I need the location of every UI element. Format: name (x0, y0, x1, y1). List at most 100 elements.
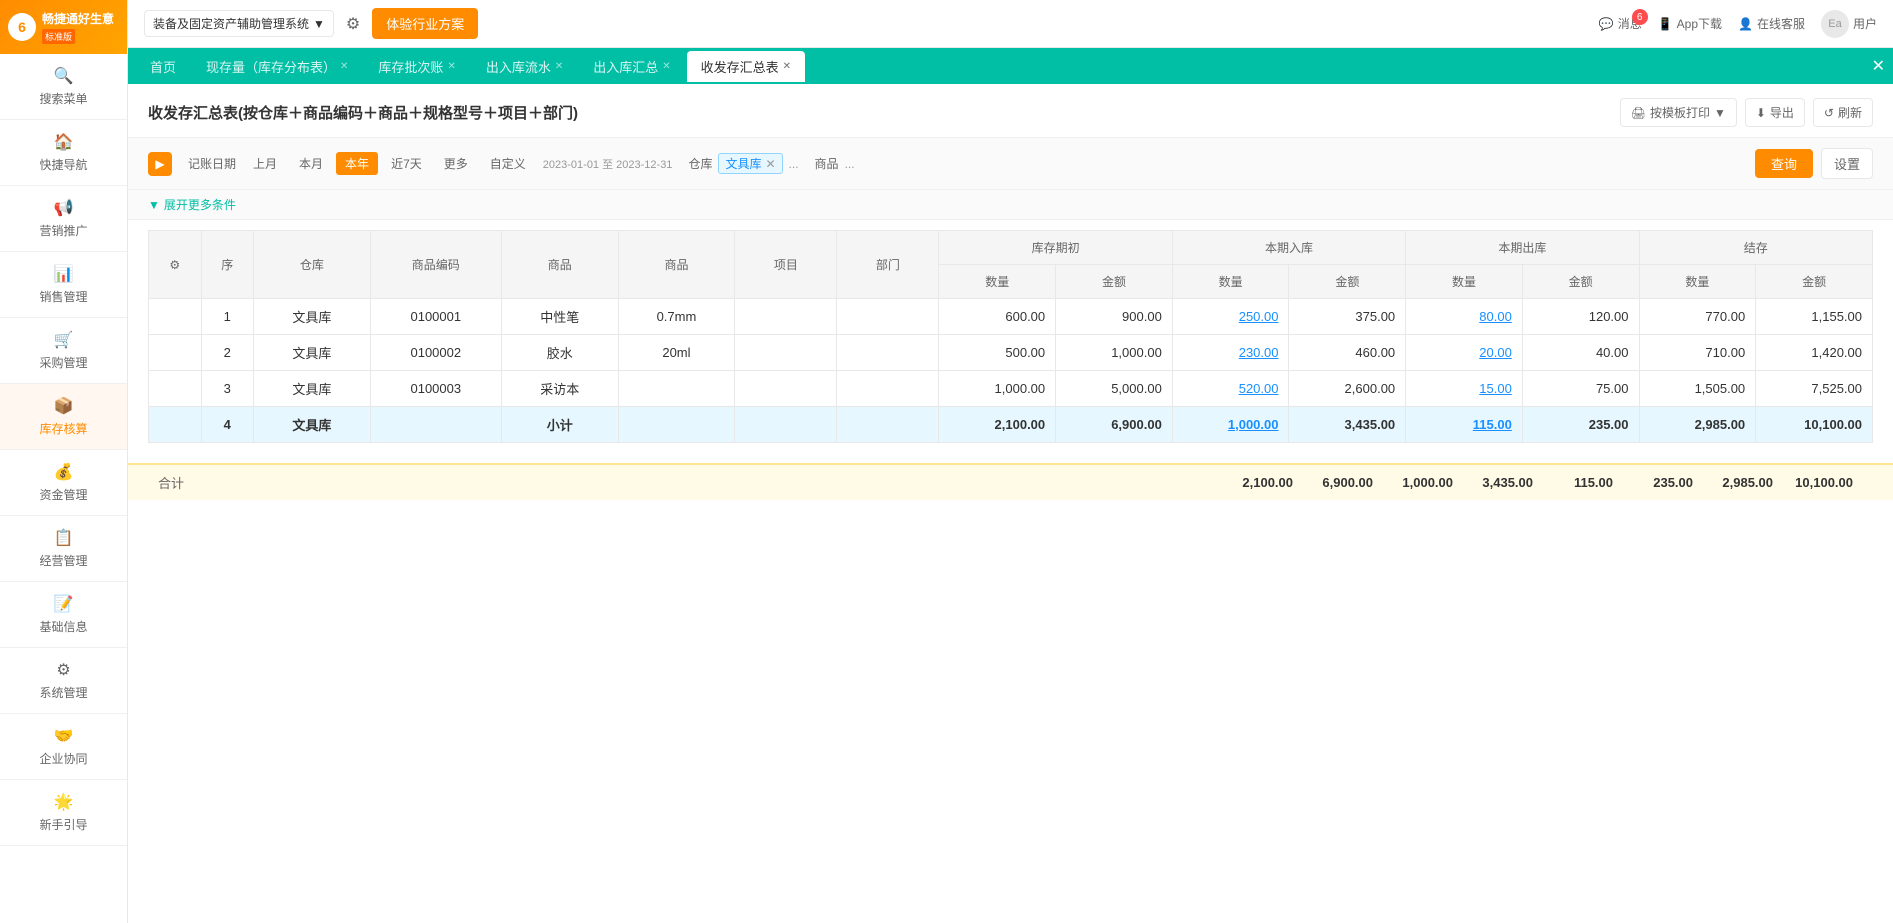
sidebar-item-label: 快捷导航 (39, 156, 87, 173)
cell-in-qty[interactable]: 250.00 (1172, 299, 1289, 335)
filter-toggle-btn[interactable]: ▶ (148, 152, 172, 176)
footer-label: 合计 (158, 473, 184, 492)
cell-in-qty[interactable]: 230.00 (1172, 335, 1289, 371)
sidebar-item-basic[interactable]: 📝 基础信息 (0, 582, 127, 648)
cell-no: 3 (201, 371, 254, 407)
refresh-icon: ↺ (1824, 106, 1834, 120)
cell-in-qty[interactable]: 1,000.00 (1172, 407, 1289, 443)
expand-more-btn[interactable]: ▼ 展开更多条件 (148, 196, 1873, 213)
app-download-btn[interactable]: 📱 App下载 (1658, 15, 1722, 32)
tab-close-icon[interactable]: ✕ (662, 61, 670, 72)
sidebar-item-corp[interactable]: 🤝 企业协同 (0, 714, 127, 780)
message-btn[interactable]: 💬 消息 6 (1599, 15, 1642, 32)
cell-code: 0100001 (370, 299, 501, 335)
date-btn-上月[interactable]: 上月 (244, 152, 286, 175)
out-qty-link[interactable]: 115.00 (1473, 417, 1512, 432)
date-btn-自定义[interactable]: 自定义 (481, 152, 535, 175)
date-filter-label: 记账日期 (188, 155, 236, 172)
out-qty-link[interactable]: 15.00 (1479, 381, 1512, 396)
sidebar-item-purchase[interactable]: 🛒 采购管理 (0, 318, 127, 384)
cell-out-amt: 235.00 (1522, 407, 1639, 443)
tab-5[interactable]: 收发存汇总表✕ (687, 51, 805, 82)
system-icon: ⚙ (56, 660, 70, 680)
sidebar-item-sales[interactable]: 📊 销售管理 (0, 252, 127, 318)
sidebar-item-inventory[interactable]: 📦 库存核算 (0, 384, 127, 450)
cell-in-qty[interactable]: 520.00 (1172, 371, 1289, 407)
in-qty-link[interactable]: 1,000.00 (1228, 417, 1279, 432)
close-all-tabs-btn[interactable]: ✕ (1872, 56, 1885, 76)
tab-close-icon[interactable]: ✕ (783, 61, 791, 72)
out-qty-link[interactable]: 20.00 (1479, 345, 1512, 360)
date-btn-更多[interactable]: 更多 (435, 152, 477, 175)
table-row: 2 文具库 0100002 胶水 20ml 500.00 1,000.00 23… (149, 335, 1873, 371)
tab-3[interactable]: 出入库流水✕ (472, 51, 577, 82)
settings-icon[interactable]: ⚙ (346, 14, 360, 34)
cell-in-amt: 375.00 (1289, 299, 1406, 335)
date-btn-本年[interactable]: 本年 (336, 152, 378, 175)
warehouse-more[interactable]: ... (789, 157, 799, 171)
in-qty-link[interactable]: 250.00 (1239, 309, 1279, 324)
sidebar-item-system[interactable]: ⚙ 系统管理 (0, 648, 127, 714)
col-settings-header[interactable]: ⚙ (149, 231, 202, 299)
refresh-btn[interactable]: ↺ 刷新 (1813, 98, 1873, 127)
cell-settings (149, 407, 202, 443)
sidebar-item-label: 营销推广 (39, 222, 87, 239)
sidebar-item-business[interactable]: 📋 经营管理 (0, 516, 127, 582)
query-btn[interactable]: 查询 (1755, 149, 1813, 178)
main-area: 装备及固定资产辅助管理系统 ▼ ⚙ 体验行业方案 💬 消息 6 📱 App下载 … (128, 0, 1893, 923)
tab-2[interactable]: 库存批次账✕ (364, 51, 469, 82)
cell-close-amt: 1,155.00 (1756, 299, 1873, 335)
cell-out-amt: 120.00 (1522, 299, 1639, 335)
cell-out-qty[interactable]: 115.00 (1406, 407, 1523, 443)
business-icon: 📋 (54, 528, 74, 548)
logo-text: 畅捷通好生意 标准版 (42, 10, 114, 44)
cell-no: 1 (201, 299, 254, 335)
export-btn[interactable]: ⬇ 导出 (1745, 98, 1805, 127)
user-menu[interactable]: Ea 用户 (1821, 10, 1877, 38)
cell-name: 采访本 (501, 371, 618, 407)
col-warehouse-header: 仓库 (254, 231, 371, 299)
in-qty-link[interactable]: 230.00 (1239, 345, 1279, 360)
tab-4[interactable]: 出入库汇总✕ (579, 51, 684, 82)
sidebar-item-quick-nav[interactable]: 🏠 快捷导航 (0, 120, 127, 186)
print-btn[interactable]: 🖨 按模板打印 ▼ (1620, 98, 1737, 127)
table-row: 3 文具库 0100003 采访本 1,000.00 5,000.00 520.… (149, 371, 1873, 407)
sidebar-item-label: 系统管理 (39, 684, 87, 701)
footer-close-amt: 10,100.00 (1783, 475, 1863, 490)
cell-warehouse: 文具库 (254, 299, 371, 335)
sidebar-item-marketing[interactable]: 📢 营销推广 (0, 186, 127, 252)
col-opening-amt-header: 金额 (1056, 265, 1173, 299)
in-qty-link[interactable]: 520.00 (1239, 381, 1279, 396)
col-code-header: 商品编码 (370, 231, 501, 299)
warehouse-tag-close[interactable]: ✕ (765, 157, 775, 171)
warehouse-tag[interactable]: 文具库 ✕ (718, 153, 782, 174)
cell-out-qty[interactable]: 15.00 (1406, 371, 1523, 407)
date-btn-本月[interactable]: 本月 (290, 152, 332, 175)
cell-out-qty[interactable]: 20.00 (1406, 335, 1523, 371)
table-row: 4 文具库 小计 2,100.00 6,900.00 1,000.00 3,43… (149, 407, 1873, 443)
online-service-btn[interactable]: 👤 在线客服 (1738, 15, 1805, 32)
tab-close-icon[interactable]: ✕ (340, 61, 348, 72)
sidebar-item-finance[interactable]: 💰 资金管理 (0, 450, 127, 516)
cell-out-qty[interactable]: 80.00 (1406, 299, 1523, 335)
out-qty-link[interactable]: 80.00 (1479, 309, 1512, 324)
cell-name: 胶水 (501, 335, 618, 371)
tab-0[interactable]: 首页 (136, 51, 190, 82)
cell-project (735, 335, 837, 371)
tab-close-icon[interactable]: ✕ (555, 61, 563, 72)
system-selector[interactable]: 装备及固定资产辅助管理系统 ▼ (144, 10, 334, 37)
settings-btn[interactable]: 设置 (1821, 148, 1873, 179)
sidebar-item-guide[interactable]: 🌟 新手引导 (0, 780, 127, 846)
col-opening-qty-header: 数量 (939, 265, 1056, 299)
cell-warehouse: 文具库 (254, 335, 371, 371)
cell-in-amt: 3,435.00 (1289, 407, 1406, 443)
export-icon: ⬇ (1756, 106, 1766, 120)
product-more[interactable]: ... (845, 157, 855, 171)
sidebar-item-search[interactable]: 🔍 搜索菜单 (0, 54, 127, 120)
date-btn-近7天[interactable]: 近7天 (382, 152, 431, 175)
experience-btn[interactable]: 体验行业方案 (372, 8, 478, 39)
warehouse-filter: 仓库 文具库 ✕ ... (688, 153, 798, 174)
page-actions: 🖨 按模板打印 ▼ ⬇ 导出 ↺ 刷新 (1620, 98, 1873, 127)
tab-close-icon[interactable]: ✕ (447, 61, 455, 72)
tab-1[interactable]: 现存量（库存分布表）✕ (192, 51, 362, 82)
